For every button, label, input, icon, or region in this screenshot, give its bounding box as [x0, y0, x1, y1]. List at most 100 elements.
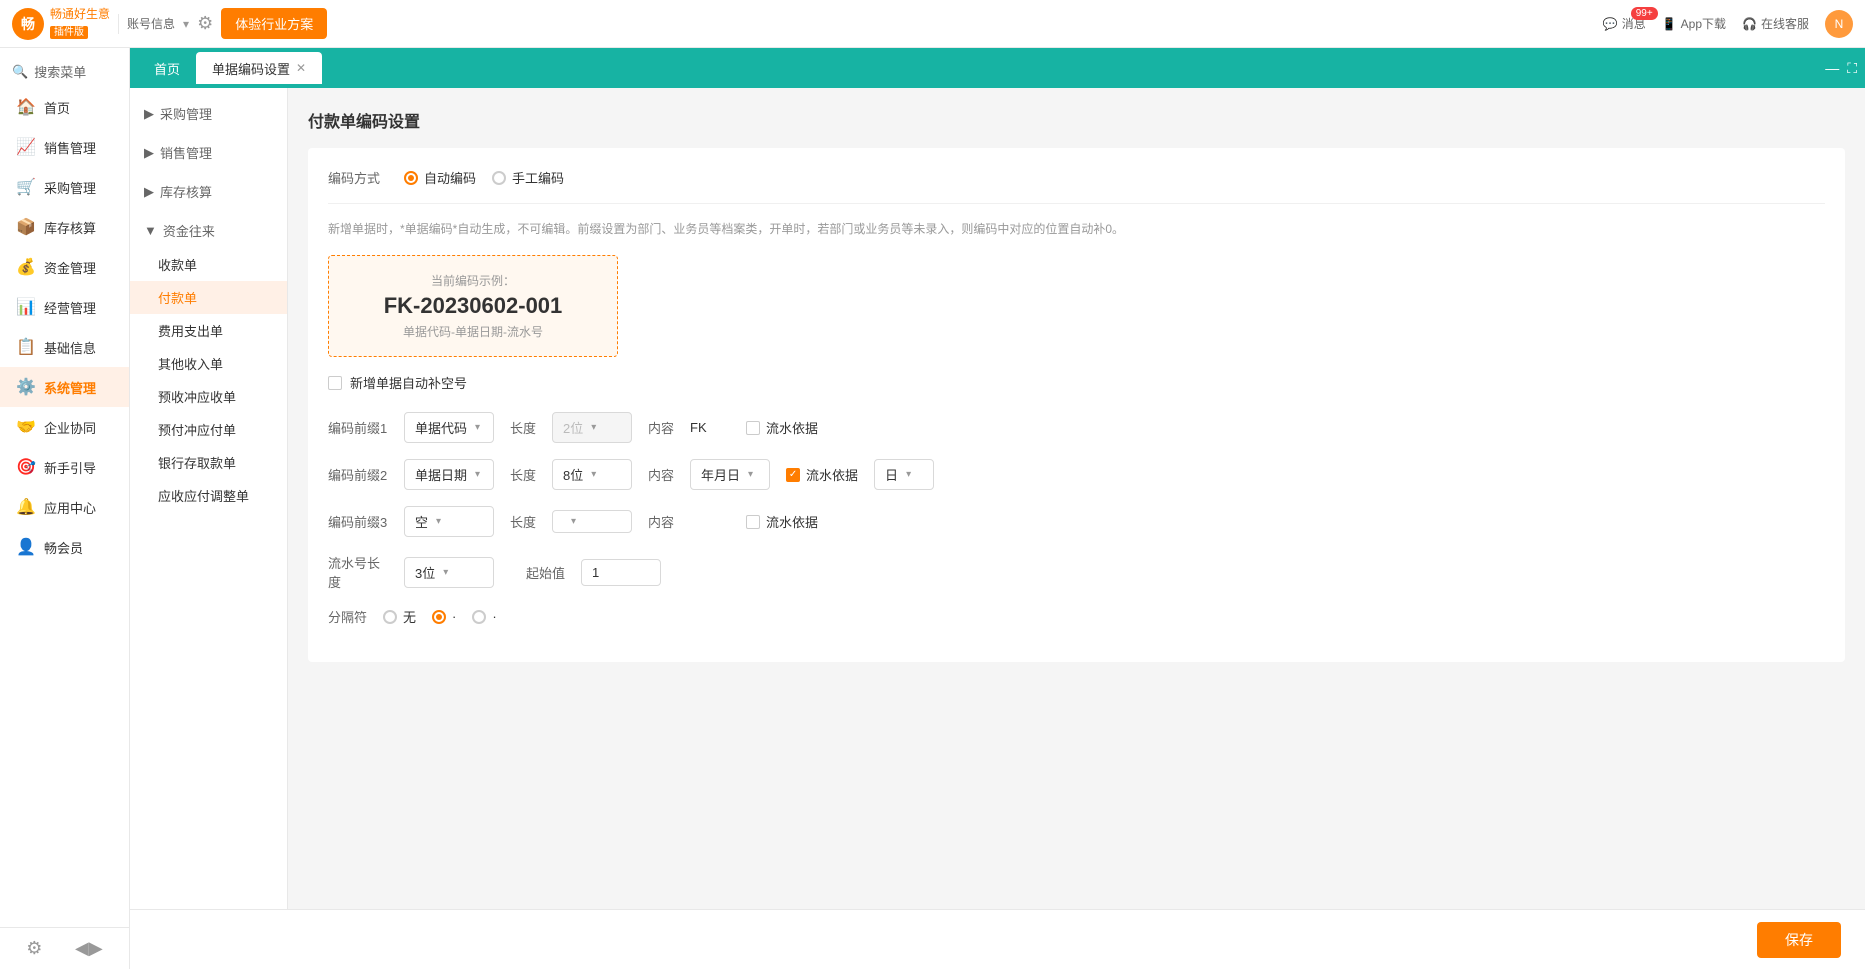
sidebar-item-basic[interactable]: 📋 基础信息	[0, 327, 129, 367]
second-sidebar-advance-ap[interactable]: 预付冲应付单	[130, 413, 287, 446]
message-btn[interactable]: 💬 消息 99+	[1603, 15, 1646, 32]
prefix2-unit-arrow-icon: ▾	[906, 469, 911, 480]
manual-radio-dot	[492, 171, 506, 185]
tab-home[interactable]: 首页	[138, 52, 196, 84]
second-sidebar-adjust[interactable]: 应收应付调整单	[130, 479, 287, 512]
download-icon: 📱	[1662, 17, 1677, 31]
sidebar-search[interactable]: 🔍 搜索菜单	[0, 56, 129, 87]
sales-icon: 📈	[16, 137, 36, 157]
auto-fill-row: 新增单据自动补空号	[328, 373, 1825, 392]
prefix3-stream-checkbox[interactable]	[746, 515, 760, 529]
prefix2-length-select[interactable]: 8位 ▾	[552, 459, 632, 490]
sidebar-item-purchase[interactable]: 🛒 采购管理	[0, 167, 129, 207]
operation-icon: 📊	[16, 297, 36, 317]
settings-icon[interactable]: ⚙	[197, 13, 213, 34]
encoding-method-row: 编码方式 自动编码 手工编码	[328, 168, 1825, 204]
sep-dot2-radio-dot	[472, 610, 486, 624]
group-purchase-title[interactable]: ▶ 采购管理	[130, 96, 287, 131]
arrow-down-icon: ▾	[183, 17, 189, 31]
second-sidebar-bank[interactable]: 银行存取款单	[130, 446, 287, 479]
topbar-left: 畅 畅通好生意 插件版 账号信息 ▾ ⚙ 体验行业方案	[12, 7, 327, 41]
trial-btn[interactable]: 体验行业方案	[221, 8, 327, 39]
prefix3-select[interactable]: 空 ▾	[404, 506, 494, 537]
auto-fill-checkbox[interactable]	[328, 376, 342, 390]
sidebar-item-system[interactable]: ⚙️ 系统管理	[0, 367, 129, 407]
sep-none-option[interactable]: 无	[383, 607, 416, 626]
second-sidebar-expenses[interactable]: 费用支出单	[130, 314, 287, 347]
encoding-method-label: 编码方式	[328, 168, 380, 187]
collapse-icon[interactable]: ◀▶	[75, 938, 103, 959]
inventory-icon: 📦	[16, 217, 36, 237]
settings-bottom-icon[interactable]: ⚙	[26, 938, 42, 959]
sidebar-item-operation[interactable]: 📊 经营管理	[0, 287, 129, 327]
auto-fill-label: 新增单据自动补空号	[350, 373, 467, 392]
topbar-arrows[interactable]: ▾	[183, 17, 189, 31]
user-avatar[interactable]: N	[1825, 10, 1853, 38]
prefix1-length-arrow-icon: ▾	[591, 422, 596, 433]
sidebar-item-sales[interactable]: 📈 销售管理	[0, 127, 129, 167]
prefix1-select[interactable]: 单据代码 ▾	[404, 412, 494, 443]
group-fund-title[interactable]: ▼ 资金往来	[130, 213, 287, 248]
group-sales: ▶ 销售管理	[130, 135, 287, 170]
save-button[interactable]: 保存	[1757, 922, 1841, 958]
prefix3-arrow-icon: ▾	[436, 516, 441, 527]
topbar-divider	[118, 14, 119, 34]
serial-length-select[interactable]: 3位 ▾	[404, 557, 494, 588]
group-sales-title[interactable]: ▶ 销售管理	[130, 135, 287, 170]
separator-label: 分隔符	[328, 607, 367, 626]
second-sidebar-advance-ar[interactable]: 预收冲应收单	[130, 380, 287, 413]
logo: 畅 畅通好生意 插件版	[12, 7, 110, 41]
prefix1-length-select[interactable]: 2位 ▾	[552, 412, 632, 443]
logo-tag: 插件版	[50, 26, 88, 39]
prefix2-row: 编码前缀2 单据日期 ▾ 长度 8位 ▾ 内容 年月日	[328, 459, 1825, 490]
second-sidebar-payments[interactable]: 付款单	[130, 281, 287, 314]
app-icon: 🔔	[16, 497, 36, 517]
second-sidebar-receipts[interactable]: 收款单	[130, 248, 287, 281]
prefix1-label: 编码前缀1	[328, 418, 388, 437]
content-body: ▶ 采购管理 ▶ 销售管理 ▶ 库存核算	[130, 88, 1865, 909]
prefix3-length-label: 长度	[510, 512, 536, 531]
group-stock-title[interactable]: ▶ 库存核算	[130, 174, 287, 209]
start-value-input[interactable]	[581, 559, 661, 586]
prefix2-stream-unit-select[interactable]: 日 ▾	[874, 459, 934, 490]
second-sidebar-other-income[interactable]: 其他收入单	[130, 347, 287, 380]
nav-tabs: 首页 单据编码设置 ✕ — ⛶	[130, 48, 1865, 88]
code-preview-value: FK-20230602-001	[353, 293, 593, 319]
serial-length-label: 流水号长度	[328, 553, 388, 591]
sep-dot-option[interactable]: ·	[432, 609, 456, 624]
maximize-icon[interactable]: ⛶	[1847, 60, 1857, 77]
chevron-right-icon: ▶	[144, 106, 154, 122]
prefix2-select[interactable]: 单据日期 ▾	[404, 459, 494, 490]
system-icon: ⚙️	[16, 377, 36, 397]
auto-radio-dot	[404, 171, 418, 185]
sidebar-item-finance[interactable]: 💰 资金管理	[0, 247, 129, 287]
prefix3-length-select[interactable]: ▾	[552, 510, 632, 533]
sidebar-item-inventory[interactable]: 📦 库存核算	[0, 207, 129, 247]
prefix2-stream-checkbox[interactable]: ✓	[786, 468, 800, 482]
sidebar-item-member[interactable]: 👤 畅会员	[0, 527, 129, 567]
prefix2-length-label: 长度	[510, 465, 536, 484]
sidebar-item-home[interactable]: 🏠 首页	[0, 87, 129, 127]
sep-dot2-option[interactable]: ·	[472, 609, 496, 624]
prefix1-content-label: 内容	[648, 418, 674, 437]
minimize-icon[interactable]: —	[1825, 60, 1839, 76]
sidebar-item-app[interactable]: 🔔 应用中心	[0, 487, 129, 527]
prefix2-content-select[interactable]: 年月日 ▾	[690, 459, 770, 490]
bottom-bar: 保存	[130, 909, 1865, 969]
avatar-text: N	[1835, 17, 1844, 31]
chevron-right-icon2: ▶	[144, 145, 154, 161]
prefix2-arrow-icon: ▾	[475, 469, 480, 480]
tab-encoding-settings[interactable]: 单据编码设置 ✕	[196, 52, 322, 84]
auto-encoding-option[interactable]: 自动编码	[404, 168, 476, 187]
topbar-account[interactable]: 账号信息	[127, 15, 175, 32]
prefix3-stream-row: 流水依据	[746, 512, 818, 531]
sidebar-bottom: ⚙ ◀▶	[0, 927, 129, 969]
manual-encoding-option[interactable]: 手工编码	[492, 168, 564, 187]
service-btn[interactable]: 🎧 在线客服	[1742, 15, 1809, 32]
download-btn[interactable]: 📱 App下载	[1662, 15, 1726, 32]
sidebar-item-guide[interactable]: 🎯 新手引导	[0, 447, 129, 487]
tab-close-icon[interactable]: ✕	[296, 61, 306, 75]
sidebar-item-enterprise[interactable]: 🤝 企业协同	[0, 407, 129, 447]
prefix1-stream-checkbox[interactable]	[746, 421, 760, 435]
page-title: 付款单编码设置	[308, 108, 1845, 132]
